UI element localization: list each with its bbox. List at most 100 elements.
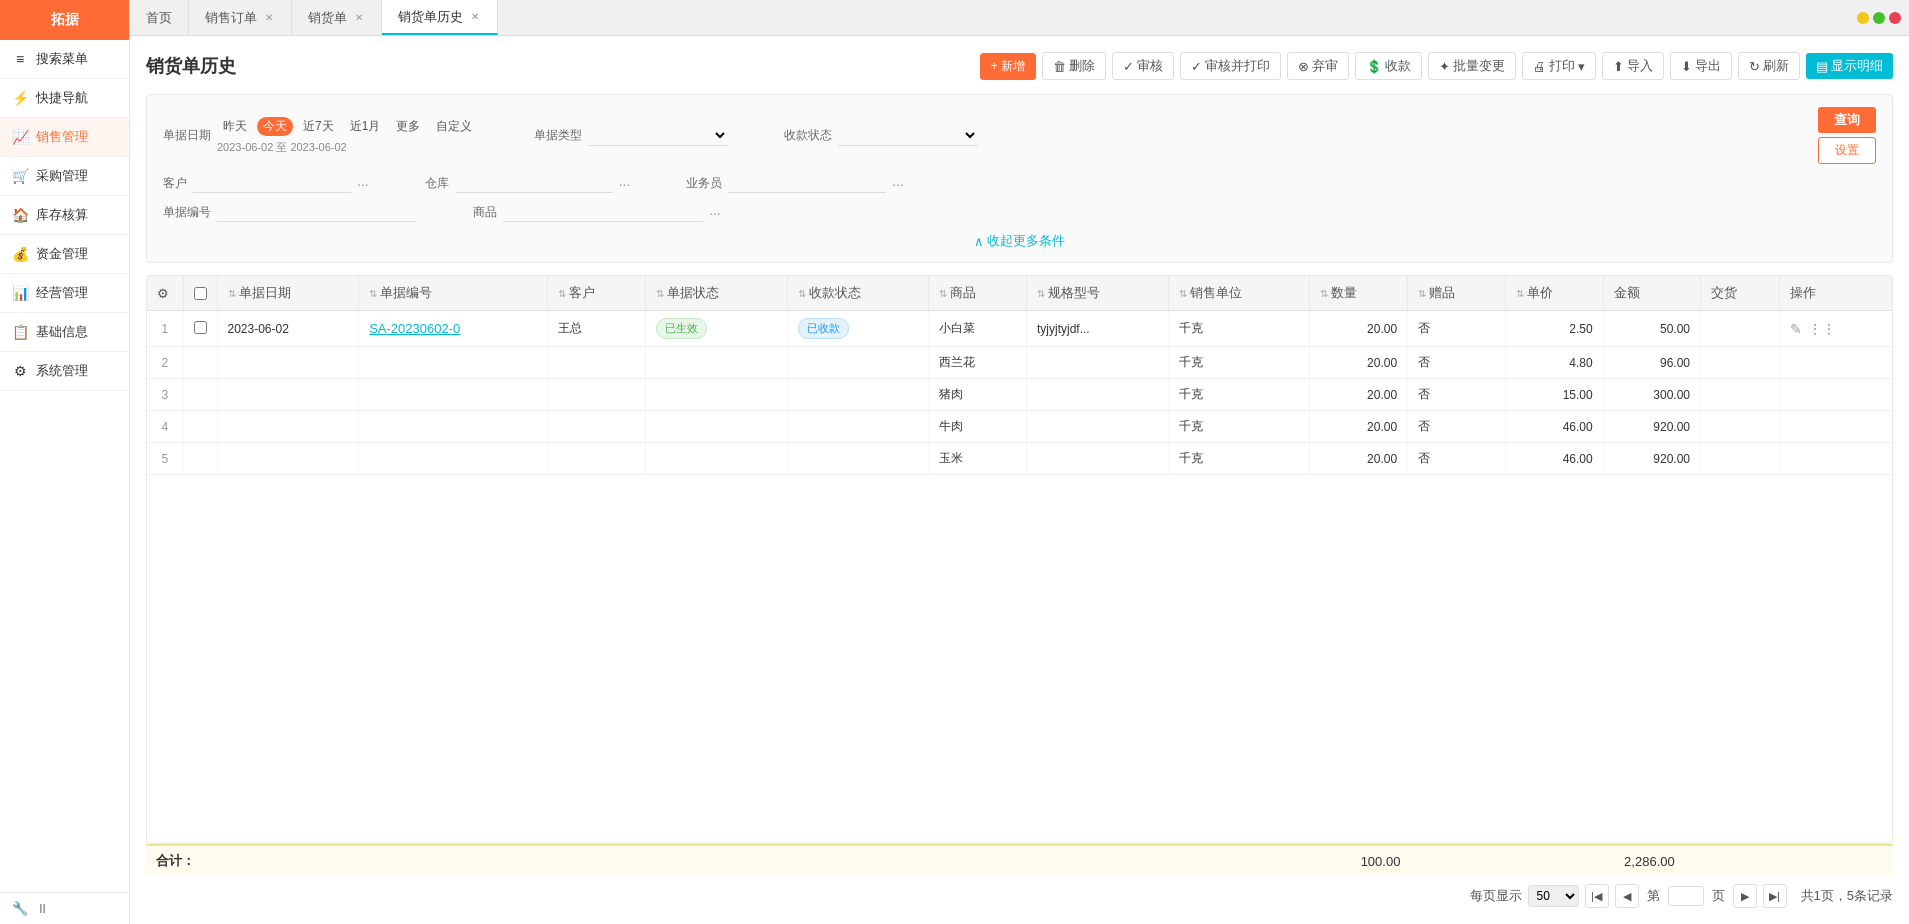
win-maximize-btn[interactable] <box>1873 12 1885 24</box>
cell-doc-number[interactable] <box>359 443 548 475</box>
more-action-icon[interactable]: ⋮⋮ <box>1808 321 1836 337</box>
filter-customer-input[interactable] <box>193 174 351 193</box>
tab-sales-history-close[interactable]: ✕ <box>469 9 481 24</box>
date-tab-custom[interactable]: 自定义 <box>430 117 478 136</box>
refresh-button[interactable]: ↻ 刷新 <box>1738 52 1800 80</box>
date-tab-more[interactable]: 更多 <box>390 117 426 136</box>
th-sales-unit[interactable]: ⇅ 销售单位 <box>1168 276 1310 311</box>
row-checkbox[interactable] <box>183 443 217 475</box>
row-checkbox[interactable] <box>183 311 217 347</box>
sidebar-item-sys-mgmt[interactable]: ⚙ 系统管理 <box>0 352 129 391</box>
th-settings[interactable]: ⚙ <box>147 276 183 311</box>
sidebar-item-sales-mgmt[interactable]: 📈 销售管理 <box>0 118 129 157</box>
date-tab-yesterday[interactable]: 昨天 <box>217 117 253 136</box>
th-transaction[interactable]: 交货 <box>1700 276 1779 311</box>
import-button[interactable]: ⬆ 导入 <box>1602 52 1664 80</box>
th-goods[interactable]: ⇅ 商品 <box>929 276 1027 311</box>
filter-salesperson-input[interactable] <box>728 174 886 193</box>
row-num: 1 <box>147 311 183 347</box>
tab-sales-order-close[interactable]: ✕ <box>263 10 275 25</box>
cell-amount: 920.00 <box>1603 411 1700 443</box>
row-checkbox[interactable] <box>183 347 217 379</box>
sidebar-item-inventory[interactable]: 🏠 库存核算 <box>0 196 129 235</box>
cell-action: ✎ ⋮⋮ <box>1780 311 1892 347</box>
row-checkbox[interactable] <box>183 411 217 443</box>
search-menu-icon: ≡ <box>12 51 28 67</box>
abandon-button[interactable]: ⊗ 弃审 <box>1287 52 1349 80</box>
filter-settings-button[interactable]: 设置 <box>1818 137 1876 164</box>
sort-spec-icon: ⇅ <box>1037 288 1045 299</box>
th-doc-number[interactable]: ⇅ 单据编号 <box>359 276 548 311</box>
cell-doc-status <box>645 379 787 411</box>
tab-sales-delivery-label: 销货单 <box>308 9 347 27</box>
win-close-btn[interactable] <box>1889 12 1901 24</box>
export-button[interactable]: ⬇ 导出 <box>1670 52 1732 80</box>
th-pay-status[interactable]: ⇅ 收款状态 <box>787 276 929 311</box>
page-size-select[interactable]: 50 100 <box>1528 885 1579 907</box>
filter-goods-input[interactable] <box>503 203 703 222</box>
tab-sales-delivery[interactable]: 销货单 ✕ <box>292 0 382 35</box>
sidebar-item-purchase-mgmt[interactable]: 🛒 采购管理 <box>0 157 129 196</box>
th-checkbox[interactable] <box>183 276 217 311</box>
tab-sales-history[interactable]: 销货单历史 ✕ <box>382 0 498 35</box>
th-doc-date[interactable]: ⇅ 单据日期 <box>217 276 359 311</box>
cell-doc-number[interactable] <box>359 379 548 411</box>
select-all-checkbox[interactable] <box>194 287 207 300</box>
filter-pay-status-select[interactable] <box>838 125 978 146</box>
customer-more-icon[interactable]: ··· <box>357 176 369 192</box>
th-doc-status[interactable]: ⇅ 单据状态 <box>645 276 787 311</box>
sidebar-item-search-menu[interactable]: ≡ 搜索菜单 <box>0 40 129 79</box>
cell-doc-number[interactable]: SA-20230602-0 <box>359 311 548 347</box>
prev-page-button[interactable]: ◀ <box>1615 884 1639 908</box>
sidebar-item-quick-nav[interactable]: ⚡ 快捷导航 <box>0 79 129 118</box>
tab-sales-order[interactable]: 销售订单 ✕ <box>189 0 292 35</box>
edit-action-icon[interactable]: ✎ <box>1790 321 1802 337</box>
quick-nav-icon: ⚡ <box>12 90 28 106</box>
th-spec[interactable]: ⇅ 规格型号 <box>1027 276 1169 311</box>
sidebar-bottom-icon1[interactable]: 🔧 <box>12 901 28 916</box>
th-customer[interactable]: ⇅ 客户 <box>548 276 646 311</box>
win-minimize-btn[interactable] <box>1857 12 1869 24</box>
cell-quantity: 20.00 <box>1310 443 1408 475</box>
date-tab-today[interactable]: 今天 <box>257 117 293 136</box>
basic-info-icon: 📋 <box>12 324 28 340</box>
tab-home[interactable]: 首页 <box>130 0 189 35</box>
cell-doc-number[interactable] <box>359 347 548 379</box>
sidebar-bottom: 🔧 ⏸ <box>0 892 129 924</box>
review-print-button[interactable]: ✓ 审核并打印 <box>1180 52 1281 80</box>
row-checkbox[interactable] <box>183 379 217 411</box>
tab-sales-delivery-close[interactable]: ✕ <box>353 10 365 25</box>
th-amount[interactable]: 金额 <box>1603 276 1700 311</box>
date-tab-7days[interactable]: 近7天 <box>297 117 340 136</box>
salesperson-more-icon[interactable]: ··· <box>892 176 904 192</box>
query-button[interactable]: 查询 <box>1818 107 1876 133</box>
delete-button[interactable]: 🗑 删除 <box>1042 52 1106 80</box>
collapse-filter-button[interactable]: ∧ 收起更多条件 <box>163 232 1876 250</box>
review-button[interactable]: ✓ 审核 <box>1112 52 1174 80</box>
display-detail-button[interactable]: ▤ 显示明细 <box>1806 53 1893 79</box>
goods-more-icon[interactable]: ··· <box>709 205 721 221</box>
new-button[interactable]: + 新增 <box>980 53 1036 80</box>
refresh-icon: ↻ <box>1749 59 1760 74</box>
warehouse-more-icon[interactable]: ··· <box>619 176 631 192</box>
print-button[interactable]: 🖨 打印 ▾ <box>1522 52 1596 80</box>
batch-change-button[interactable]: ✦ 批量变更 <box>1428 52 1516 80</box>
collect-button[interactable]: 💲 收款 <box>1355 52 1422 80</box>
filter-doc-number-input[interactable] <box>217 203 417 222</box>
sidebar-item-label: 搜索菜单 <box>36 50 88 68</box>
filter-warehouse-input[interactable] <box>455 174 613 193</box>
filter-doc-type-select[interactable] <box>588 125 728 146</box>
sidebar-item-finance-mgmt[interactable]: 💰 资金管理 <box>0 235 129 274</box>
cell-doc-number[interactable] <box>359 411 548 443</box>
page-number-input[interactable]: 1 <box>1668 886 1704 906</box>
th-unit-price[interactable]: ⇅ 单价 <box>1505 276 1603 311</box>
last-page-button[interactable]: ▶| <box>1763 884 1787 908</box>
next-page-button[interactable]: ▶ <box>1733 884 1757 908</box>
first-page-button[interactable]: |◀ <box>1585 884 1609 908</box>
sidebar-item-basic-info[interactable]: 📋 基础信息 <box>0 313 129 352</box>
th-gift[interactable]: ⇅ 赠品 <box>1408 276 1506 311</box>
sidebar-item-ops-mgmt[interactable]: 📊 经营管理 <box>0 274 129 313</box>
th-quantity[interactable]: ⇅ 数量 <box>1310 276 1408 311</box>
date-tab-1month[interactable]: 近1月 <box>344 117 387 136</box>
sidebar-bottom-icon2[interactable]: ⏸ <box>36 901 49 916</box>
